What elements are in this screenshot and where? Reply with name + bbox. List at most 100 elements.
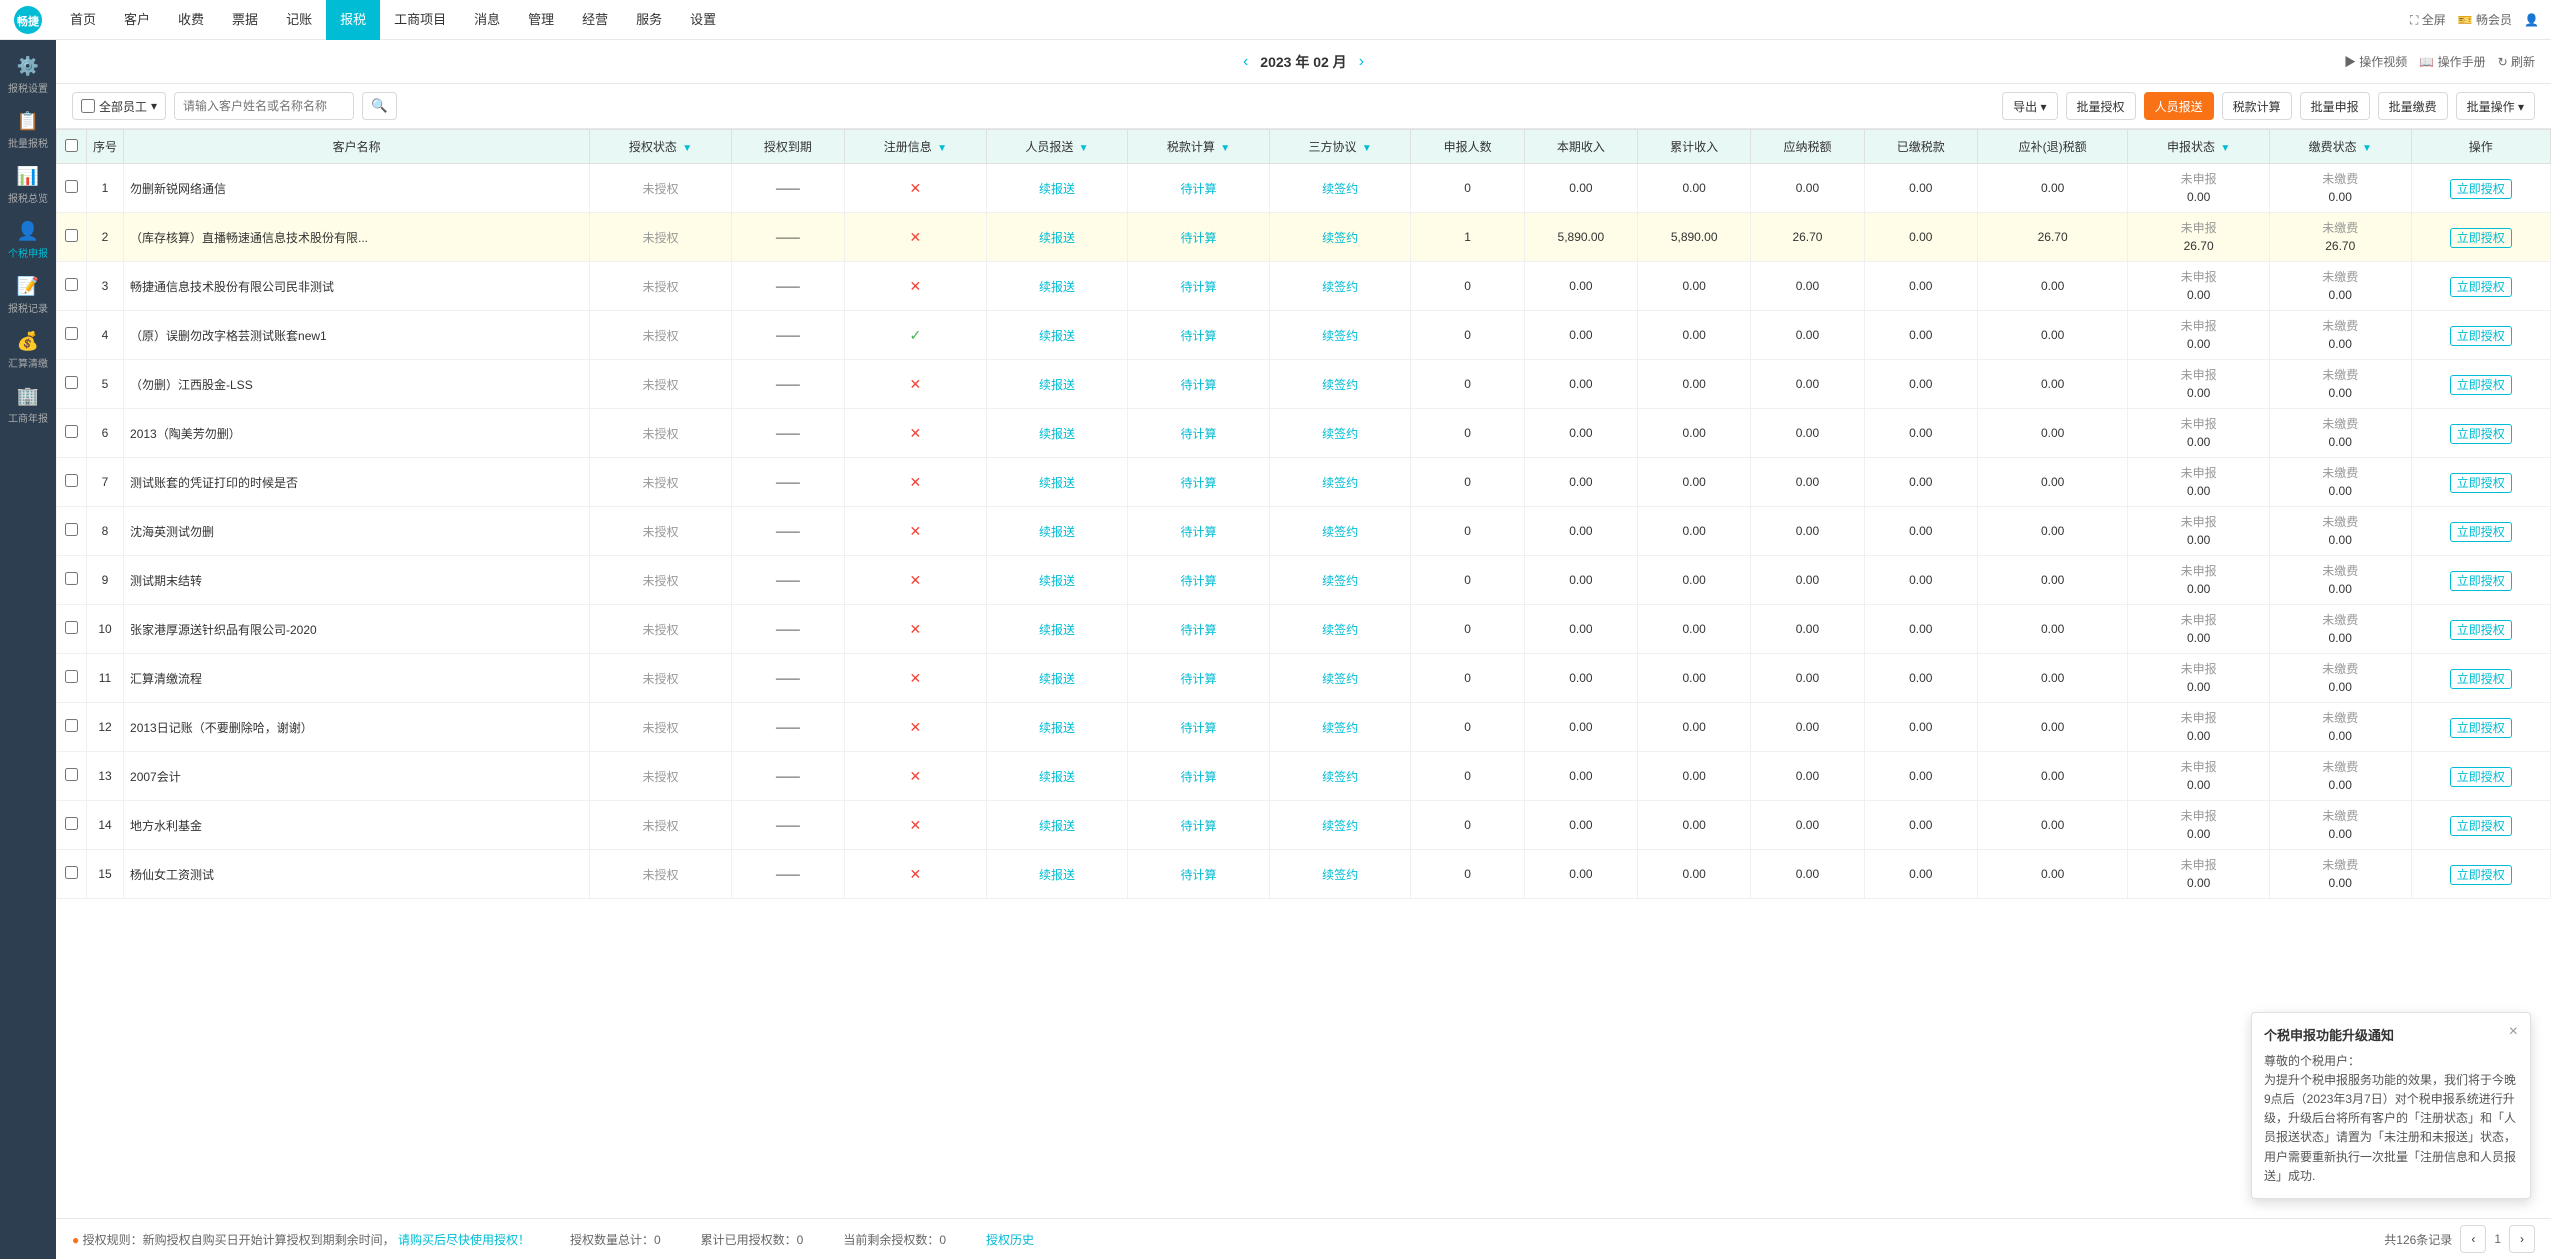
row-checkbox[interactable] [65, 817, 78, 830]
immediate-auth-btn[interactable]: 立即授权 [2450, 620, 2512, 640]
sidebar-item-tax-settings[interactable]: ⚙️ 报税设置 [0, 48, 56, 103]
nav-invoice[interactable]: 票据 [218, 0, 272, 40]
three-party-link[interactable]: 续签约 [1322, 623, 1358, 637]
three-party-link[interactable]: 续签约 [1322, 231, 1358, 245]
nav-operation[interactable]: 经营 [568, 0, 622, 40]
person-report-link[interactable]: 续报送 [1039, 623, 1075, 637]
row-checkbox[interactable] [65, 229, 78, 242]
immediate-auth-btn[interactable]: 立即授权 [2450, 571, 2512, 591]
three-party-link[interactable]: 续签约 [1322, 378, 1358, 392]
member-btn[interactable]: 🎫 畅会员 [2458, 11, 2512, 28]
three-party-link[interactable]: 续签约 [1322, 280, 1358, 294]
immediate-auth-btn[interactable]: 立即授权 [2450, 718, 2512, 738]
immediate-auth-btn[interactable]: 立即授权 [2450, 865, 2512, 885]
row-checkbox[interactable] [65, 866, 78, 879]
person-report-link[interactable]: 续报送 [1039, 182, 1075, 196]
immediate-auth-btn[interactable]: 立即授权 [2450, 816, 2512, 836]
tax-calc-link[interactable]: 待计算 [1181, 427, 1217, 441]
immediate-auth-btn[interactable]: 立即授权 [2450, 767, 2512, 787]
three-party-link[interactable]: 续签约 [1322, 672, 1358, 686]
person-report-link[interactable]: 续报送 [1039, 525, 1075, 539]
sidebar-item-personal-tax[interactable]: 👤 个税申报 [0, 213, 56, 268]
tax-calc-link[interactable]: 待计算 [1181, 819, 1217, 833]
nav-message[interactable]: 消息 [460, 0, 514, 40]
nav-customer[interactable]: 客户 [110, 0, 164, 40]
nav-tax[interactable]: 报税 [326, 0, 380, 40]
nav-billing[interactable]: 收费 [164, 0, 218, 40]
search-input[interactable] [174, 92, 354, 120]
tax-calc-link[interactable]: 待计算 [1181, 672, 1217, 686]
sidebar-item-tax-settlement[interactable]: 💰 汇算清缴 [0, 323, 56, 378]
tax-calc-link[interactable]: 待计算 [1181, 329, 1217, 343]
tax-calc-link[interactable]: 待计算 [1181, 231, 1217, 245]
bulk-ops-btn[interactable]: 批量操作 ▾ [2456, 92, 2535, 120]
row-checkbox[interactable] [65, 523, 78, 536]
three-party-link[interactable]: 续签约 [1322, 770, 1358, 784]
row-checkbox[interactable] [65, 278, 78, 291]
prev-page-btn[interactable]: ‹ [2460, 1225, 2486, 1253]
three-party-link[interactable]: 续签约 [1322, 868, 1358, 882]
tax-calc-link[interactable]: 待计算 [1181, 280, 1217, 294]
three-party-link[interactable]: 续签约 [1322, 182, 1358, 196]
sidebar-item-bulk-tax[interactable]: 📋 批量报税 [0, 103, 56, 158]
person-report-link[interactable]: 续报送 [1039, 427, 1075, 441]
tax-calc-link[interactable]: 待计算 [1181, 182, 1217, 196]
row-checkbox[interactable] [65, 719, 78, 732]
person-report-link[interactable]: 续报送 [1039, 672, 1075, 686]
tax-calc-link[interactable]: 待计算 [1181, 868, 1217, 882]
user-icon[interactable]: 👤 [2524, 13, 2539, 27]
person-report-link[interactable]: 续报送 [1039, 868, 1075, 882]
person-report-link[interactable]: 续报送 [1039, 819, 1075, 833]
three-party-link[interactable]: 续签约 [1322, 476, 1358, 490]
nav-service[interactable]: 服务 [622, 0, 676, 40]
nav-manage[interactable]: 管理 [514, 0, 568, 40]
tax-calc-link[interactable]: 待计算 [1181, 721, 1217, 735]
three-party-link[interactable]: 续签约 [1322, 721, 1358, 735]
three-party-link[interactable]: 续签约 [1322, 329, 1358, 343]
refresh-btn[interactable]: ↻ 刷新 [2498, 53, 2535, 70]
immediate-auth-btn[interactable]: 立即授权 [2450, 179, 2512, 199]
row-checkbox[interactable] [65, 180, 78, 193]
three-party-link[interactable]: 续签约 [1322, 574, 1358, 588]
row-checkbox[interactable] [65, 621, 78, 634]
row-checkbox[interactable] [65, 474, 78, 487]
immediate-auth-btn[interactable]: 立即授权 [2450, 669, 2512, 689]
history-link[interactable]: 授权历史 [986, 1231, 1034, 1248]
row-checkbox[interactable] [65, 425, 78, 438]
immediate-auth-btn[interactable]: 立即授权 [2450, 424, 2512, 444]
three-party-link[interactable]: 续签约 [1322, 525, 1358, 539]
employee-filter[interactable]: 全部员工 ▾ [72, 92, 166, 120]
person-report-link[interactable]: 续报送 [1039, 329, 1075, 343]
immediate-auth-btn[interactable]: 立即授权 [2450, 522, 2512, 542]
tax-calc-link[interactable]: 待计算 [1181, 378, 1217, 392]
bulk-auth-btn[interactable]: 批量授权 [2066, 92, 2136, 120]
sidebar-item-tax-overview[interactable]: 📊 报税总览 [0, 158, 56, 213]
fullscreen-btn[interactable]: ⛶ 全屏 [2410, 11, 2446, 28]
row-checkbox[interactable] [65, 768, 78, 781]
person-report-link[interactable]: 续报送 [1039, 476, 1075, 490]
select-all-checkbox[interactable] [65, 139, 78, 152]
person-report-link[interactable]: 续报送 [1039, 231, 1075, 245]
operation-manual-btn[interactable]: 📖 操作手册 [2419, 53, 2485, 70]
nav-business[interactable]: 工商项目 [380, 0, 460, 40]
bulk-pay-btn[interactable]: 批量缴费 [2378, 92, 2448, 120]
next-period-btn[interactable]: › [1347, 53, 1376, 71]
person-report-link[interactable]: 续报送 [1039, 574, 1075, 588]
immediate-auth-btn[interactable]: 立即授权 [2450, 326, 2512, 346]
three-party-link[interactable]: 续签约 [1322, 819, 1358, 833]
search-button[interactable]: 🔍 [362, 92, 397, 120]
person-report-link[interactable]: 续报送 [1039, 378, 1075, 392]
tax-calc-link[interactable]: 待计算 [1181, 770, 1217, 784]
bulk-report-btn[interactable]: 批量申报 [2300, 92, 2370, 120]
tax-calc-link[interactable]: 待计算 [1181, 476, 1217, 490]
person-report-link[interactable]: 续报送 [1039, 770, 1075, 784]
prev-period-btn[interactable]: ‹ [1231, 53, 1260, 71]
immediate-auth-btn[interactable]: 立即授权 [2450, 228, 2512, 248]
notice-close-btn[interactable]: × [2509, 1023, 2518, 1041]
tax-calc-link[interactable]: 待计算 [1181, 623, 1217, 637]
person-report-btn[interactable]: 人员报送 [2144, 92, 2214, 120]
row-checkbox[interactable] [65, 670, 78, 683]
app-logo[interactable]: 畅捷 [12, 4, 44, 36]
row-checkbox[interactable] [65, 376, 78, 389]
immediate-auth-btn[interactable]: 立即授权 [2450, 473, 2512, 493]
